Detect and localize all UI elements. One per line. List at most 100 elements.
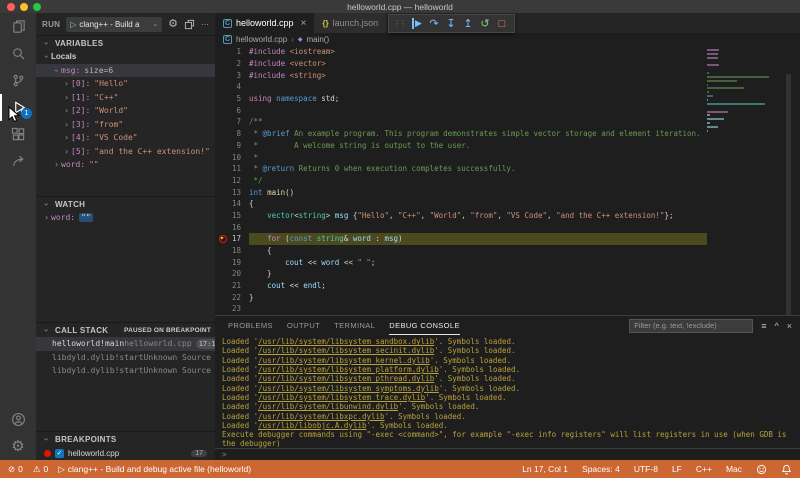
step-into-button[interactable]: ↧: [443, 16, 459, 32]
code-line[interactable]: 17 for (const string& word : msg): [215, 233, 800, 245]
code-line[interactable]: 11 * @return Returns 0 when execution co…: [215, 163, 800, 175]
variable-row[interactable]: [4]:"VS Code": [36, 131, 215, 145]
activity-item-account[interactable]: [0, 406, 36, 433]
chevron-right-icon[interactable]: [62, 93, 71, 102]
restart-button[interactable]: ↺: [477, 16, 493, 32]
activity-item-search[interactable]: [0, 40, 36, 67]
output-options-icon[interactable]: ≡: [761, 321, 766, 331]
code-line[interactable]: 16: [215, 221, 800, 233]
console-link[interactable]: /usr/lib/system/libsystem_sandbox.dylib: [258, 337, 434, 346]
statusbar-item[interactable]: Mac: [726, 464, 742, 474]
code-editor[interactable]: 1 #include <iostream> 2 #include <vector> 3 #…: [215, 46, 800, 315]
current-breakpoint-icon[interactable]: [219, 233, 227, 243]
activity-item-extensions[interactable]: [0, 121, 36, 148]
statusbar-item[interactable]: UTF-8: [634, 464, 658, 474]
console-link[interactable]: /usr/lib/system/libsystem_secinit.dylib: [258, 346, 434, 355]
console-link[interactable]: /usr/lib/system/libunwind.dylib: [258, 402, 398, 411]
code-line[interactable]: 18 {: [215, 245, 800, 257]
maximize-panel-icon[interactable]: ^: [775, 321, 779, 331]
panel-tab-debug-console[interactable]: DEBUG CONSOLE: [389, 316, 460, 335]
variable-row[interactable]: [1]:"C++": [36, 91, 215, 105]
watch-header[interactable]: WATCH: [36, 197, 215, 211]
console-link[interactable]: /usr/lib/system/libxpc.dylib: [258, 412, 384, 421]
minimap[interactable]: [707, 48, 777, 136]
statusbar-item[interactable]: Ln 17, Col 1: [522, 464, 568, 474]
bell-icon[interactable]: [781, 464, 792, 475]
code-line[interactable]: 13 int main(): [215, 186, 800, 198]
chevron-right-icon[interactable]: [42, 213, 51, 222]
code-line[interactable]: 12 */: [215, 175, 800, 187]
call-stack-header[interactable]: CALL STACK PAUSED ON BREAKPOINT: [36, 323, 215, 337]
variable-row[interactable]: [5]:"and the C++ extension!": [36, 145, 215, 159]
start-debug-icon[interactable]: ▷: [70, 20, 76, 29]
variable-row[interactable]: msg:size=6: [36, 63, 215, 77]
panel-tab-output[interactable]: OUTPUT: [287, 316, 320, 335]
more-actions-icon[interactable]: ···: [201, 20, 209, 29]
console-link[interactable]: /usr/lib/system/libsystem_symptoms.dylib: [258, 384, 439, 393]
panel-tab-terminal[interactable]: TERMINAL: [334, 316, 375, 335]
chevron-right-icon[interactable]: [62, 79, 71, 88]
code-line[interactable]: 21 cout << endl;: [215, 280, 800, 292]
chevron-down-icon[interactable]: [42, 52, 51, 61]
callstack-frame[interactable]: libdyld.dylib!start Unknown Source: [36, 351, 215, 365]
panel-tab-problems[interactable]: PROBLEMS: [228, 316, 273, 335]
debug-console-output[interactable]: Loaded '/usr/lib/system/libsystem_sandbo…: [215, 335, 800, 448]
toolbar-drag-handle[interactable]: ⋮⋮: [393, 19, 407, 28]
continue-button[interactable]: ▶: [409, 16, 425, 32]
console-filter-input[interactable]: [629, 318, 754, 333]
watch-row[interactable]: word:"": [36, 211, 215, 225]
chevron-right-icon[interactable]: [62, 147, 71, 156]
statusbar-item[interactable]: C++: [696, 464, 712, 474]
code-line[interactable]: 14 {: [215, 198, 800, 210]
console-link[interactable]: /usr/lib/system/libsystem_kernel.dylib: [258, 356, 430, 365]
chevron-right-icon[interactable]: [52, 160, 61, 169]
variable-row[interactable]: [2]:"World": [36, 104, 215, 118]
activity-item-source-control[interactable]: [0, 67, 36, 94]
chevron-right-icon[interactable]: [62, 120, 71, 129]
activity-item-remote[interactable]: [0, 148, 36, 175]
variable-row[interactable]: word:"": [36, 158, 215, 172]
console-link[interactable]: /usr/lib/libobjc.A.dylib: [258, 421, 366, 430]
chevron-right-icon[interactable]: [62, 133, 71, 142]
statusbar-item[interactable]: Spaces: 4: [582, 464, 620, 474]
tab-launch-json[interactable]: {} launch.json: [314, 13, 388, 33]
statusbar-debug-run[interactable]: ▷ clang++ - Build and debug active file (…: [58, 464, 251, 475]
breadcrumb[interactable]: C helloworld.cpp › ◆ main(): [215, 33, 800, 46]
variable-row[interactable]: [3]:"from": [36, 118, 215, 132]
callstack-frame[interactable]: libdyld.dylib!start Unknown Source: [36, 364, 215, 378]
console-link[interactable]: /usr/lib/system/libsystem_platform.dylib: [258, 365, 439, 374]
statusbar-warning[interactable]: ⚠ 0: [33, 464, 48, 475]
step-over-button[interactable]: ↷: [426, 16, 442, 32]
statusbar-error[interactable]: ⊘ 0: [8, 464, 23, 475]
feedback-icon[interactable]: [756, 464, 767, 475]
code-line[interactable]: 19 cout << word << " ";: [215, 256, 800, 268]
chevron-right-icon[interactable]: [62, 106, 71, 115]
code-line[interactable]: 10 *: [215, 151, 800, 163]
code-line[interactable]: 20 }: [215, 268, 800, 280]
editor-scrollbar[interactable]: [786, 74, 791, 315]
activity-item-explorer[interactable]: [0, 13, 36, 40]
code-line[interactable]: 15 vector < string > msg {"Hello", "C++", "…: [215, 210, 800, 222]
tab-helloworld-cpp[interactable]: Chelloworld.cpp ×: [215, 13, 315, 33]
statusbar-item[interactable]: LF: [672, 464, 682, 474]
variable-row[interactable]: [0]:"Hello": [36, 77, 215, 91]
step-out-button[interactable]: ↥: [460, 16, 476, 32]
close-panel-icon[interactable]: ×: [787, 321, 792, 331]
breakpoints-header[interactable]: BREAKPOINTS: [36, 432, 215, 446]
launch-config-dropdown[interactable]: ▷ clang++ - Build a ⌄: [66, 16, 163, 32]
console-link[interactable]: /usr/lib/system/libsystem_pthread.dylib: [258, 374, 434, 383]
configure-gear-icon[interactable]: ⚙: [168, 18, 178, 30]
close-icon[interactable]: ×: [301, 18, 307, 29]
breadcrumb-file[interactable]: helloworld.cpp: [236, 35, 287, 44]
code-line[interactable]: 9 * A welcome string is output to the us…: [215, 140, 800, 152]
code-line[interactable]: 22}: [215, 291, 800, 303]
activity-item-run-and-debug[interactable]: 1: [0, 94, 36, 121]
breadcrumb-symbol[interactable]: main(): [306, 35, 329, 44]
activity-item-manage[interactable]: ⚙: [0, 433, 36, 460]
variable-row[interactable]: Locals: [36, 50, 215, 64]
stop-button[interactable]: □: [494, 16, 510, 32]
callstack-frame[interactable]: helloworld!main helloworld.cpp 17:1: [36, 337, 219, 351]
variables-header[interactable]: VARIABLES: [36, 36, 215, 50]
breakpoint-row[interactable]: ✓ helloworld.cpp 17: [36, 446, 215, 460]
console-link[interactable]: /usr/lib/system/libsystem_trace.dylib: [258, 393, 425, 402]
